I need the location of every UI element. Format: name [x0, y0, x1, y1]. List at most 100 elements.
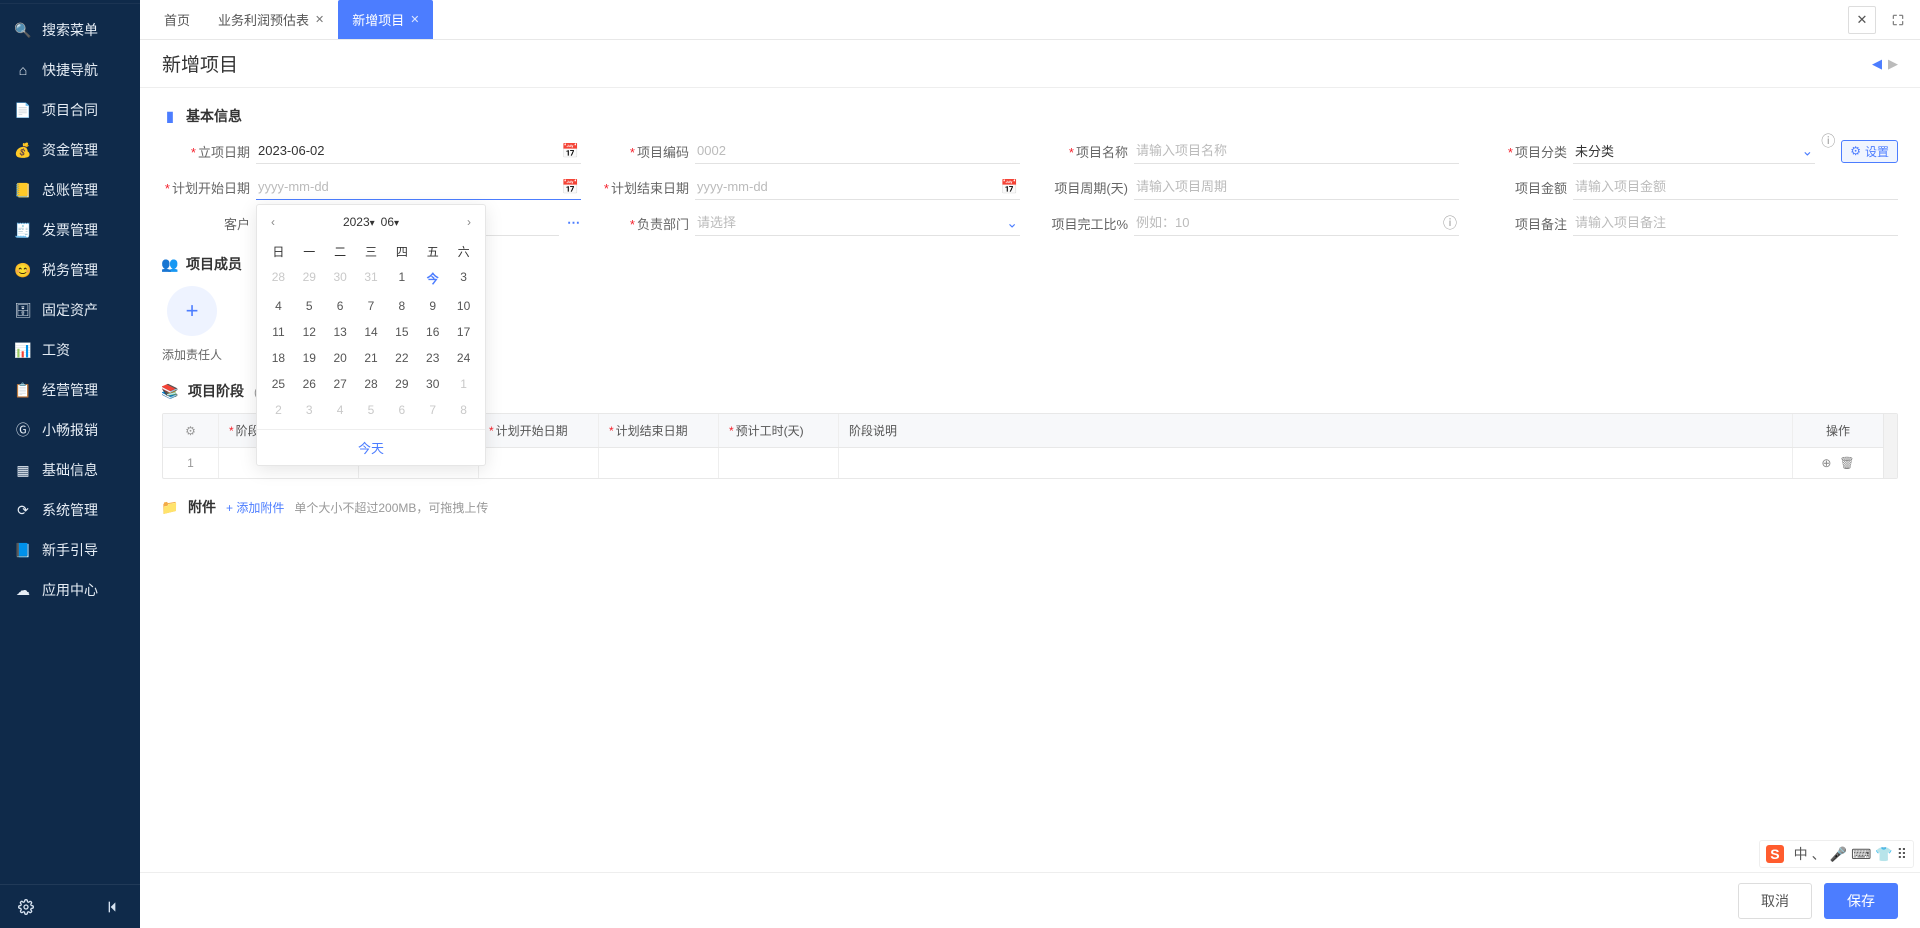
ime-item[interactable]: 中 [1794, 846, 1808, 862]
day-cell[interactable]: 7 [417, 397, 448, 423]
day-cell[interactable]: 13 [325, 319, 356, 345]
day-cell[interactable]: 17 [448, 319, 479, 345]
today-button[interactable]: 今天 [257, 429, 485, 465]
day-cell[interactable]: 5 [356, 397, 387, 423]
dp-year[interactable]: 2023▾ [343, 215, 375, 229]
day-cell[interactable]: 今 [417, 264, 448, 293]
tab-1[interactable]: 业务利润预估表✕ [204, 0, 338, 39]
day-cell[interactable]: 4 [263, 293, 294, 319]
collapse-icon[interactable] [106, 899, 122, 915]
gear-icon[interactable] [18, 899, 34, 915]
phase-end-cell[interactable] [599, 448, 719, 478]
day-cell[interactable]: 15 [386, 319, 417, 345]
save-button[interactable]: 保存 [1824, 883, 1898, 919]
day-cell[interactable]: 26 [294, 371, 325, 397]
day-cell[interactable]: 11 [263, 319, 294, 345]
day-cell[interactable]: 16 [417, 319, 448, 345]
prev-month-icon[interactable]: ‹ [267, 213, 279, 231]
category-select[interactable] [1573, 138, 1815, 164]
ime-item[interactable]: 🎤 [1830, 846, 1847, 862]
cancel-button[interactable]: 取消 [1738, 883, 1812, 919]
setup-date-input[interactable] [256, 138, 581, 164]
plus-icon[interactable]: + [167, 286, 217, 336]
next-page-icon[interactable]: ▶ [1888, 56, 1898, 72]
ime-item[interactable]: 、 [1812, 846, 1826, 862]
sidebar-item-13[interactable]: 📘新手引导 [0, 530, 140, 570]
phase-hours-cell[interactable] [719, 448, 839, 478]
add-row-icon[interactable]: ⊕ [1821, 456, 1831, 470]
day-cell[interactable]: 8 [448, 397, 479, 423]
next-month-icon[interactable]: › [463, 213, 475, 231]
day-cell[interactable]: 22 [386, 345, 417, 371]
phase-start-cell[interactable] [479, 448, 599, 478]
sidebar-item-9[interactable]: 📋经营管理 [0, 370, 140, 410]
day-cell[interactable]: 12 [294, 319, 325, 345]
complete-pct-input[interactable] [1134, 210, 1459, 236]
sidebar-item-12[interactable]: ⟳系统管理 [0, 490, 140, 530]
plan-start-input[interactable] [256, 174, 581, 200]
day-cell[interactable]: 7 [356, 293, 387, 319]
day-cell[interactable]: 19 [294, 345, 325, 371]
day-cell[interactable]: 4 [325, 397, 356, 423]
sidebar-item-6[interactable]: 😊税务管理 [0, 250, 140, 290]
day-cell[interactable]: 14 [356, 319, 387, 345]
day-cell[interactable]: 10 [448, 293, 479, 319]
close-icon[interactable]: ✕ [410, 13, 419, 26]
day-cell[interactable]: 21 [356, 345, 387, 371]
help-icon[interactable]: ⓘ [1821, 131, 1835, 151]
phase-desc-cell[interactable] [839, 448, 1793, 478]
sidebar-item-4[interactable]: 📒总账管理 [0, 170, 140, 210]
ime-item[interactable]: ⠿ [1897, 846, 1907, 862]
day-cell[interactable]: 3 [448, 264, 479, 293]
day-cell[interactable]: 23 [417, 345, 448, 371]
day-cell[interactable]: 1 [448, 371, 479, 397]
day-cell[interactable]: 28 [263, 264, 294, 293]
help-icon[interactable]: ⓘ [1443, 213, 1457, 233]
add-attachment-button[interactable]: + 添加附件 [226, 499, 284, 516]
sidebar-item-2[interactable]: 📄项目合同 [0, 90, 140, 130]
sidebar-item-10[interactable]: Ⓖ小畅报销 [0, 410, 140, 450]
plan-end-input[interactable] [695, 174, 1020, 200]
day-cell[interactable]: 29 [386, 371, 417, 397]
day-cell[interactable]: 6 [386, 397, 417, 423]
ime-item[interactable]: ⌨ [1851, 846, 1871, 862]
day-cell[interactable]: 20 [325, 345, 356, 371]
tab-2[interactable]: 新增项目✕ [338, 0, 433, 39]
day-cell[interactable]: 2 [263, 397, 294, 423]
day-cell[interactable]: 6 [325, 293, 356, 319]
sidebar-item-1[interactable]: ⌂快捷导航 [0, 50, 140, 90]
day-cell[interactable]: 24 [448, 345, 479, 371]
day-cell[interactable]: 27 [325, 371, 356, 397]
delete-row-icon[interactable]: 🗑 [1839, 456, 1854, 470]
tab-0[interactable]: 首页 [150, 0, 204, 39]
day-cell[interactable]: 25 [263, 371, 294, 397]
day-cell[interactable]: 28 [356, 371, 387, 397]
remark-input[interactable] [1573, 210, 1898, 236]
table-scrollbar[interactable] [1883, 414, 1897, 478]
fullscreen-button[interactable] [1884, 6, 1912, 34]
sidebar-item-5[interactable]: 🧾发票管理 [0, 210, 140, 250]
prev-page-icon[interactable]: ◀ [1872, 56, 1882, 72]
ime-item[interactable]: 👕 [1875, 846, 1892, 862]
day-cell[interactable]: 18 [263, 345, 294, 371]
day-cell[interactable]: 5 [294, 293, 325, 319]
cycle-input[interactable] [1134, 174, 1459, 200]
sidebar-item-14[interactable]: ☁应用中心 [0, 570, 140, 610]
amount-input[interactable] [1573, 174, 1898, 200]
add-owner-card[interactable]: + 添加责任人 [162, 286, 222, 363]
name-input[interactable] [1134, 138, 1459, 164]
day-cell[interactable]: 9 [417, 293, 448, 319]
sidebar-item-0[interactable]: 🔍搜索菜单 [0, 10, 140, 50]
day-cell[interactable]: 29 [294, 264, 325, 293]
sidebar-item-3[interactable]: 💰资金管理 [0, 130, 140, 170]
sidebar-item-11[interactable]: ▦基础信息 [0, 450, 140, 490]
gear-icon[interactable]: ⚙ [185, 424, 196, 438]
sidebar-item-7[interactable]: 🗄固定资产 [0, 290, 140, 330]
day-cell[interactable]: 30 [417, 371, 448, 397]
settings-button[interactable]: ⚙ 设置 [1841, 140, 1898, 163]
day-cell[interactable]: 8 [386, 293, 417, 319]
sidebar-item-8[interactable]: 📊工资 [0, 330, 140, 370]
dept-select[interactable] [695, 210, 1020, 236]
customer-more-button[interactable]: ⋯ [567, 215, 581, 231]
day-cell[interactable]: 3 [294, 397, 325, 423]
